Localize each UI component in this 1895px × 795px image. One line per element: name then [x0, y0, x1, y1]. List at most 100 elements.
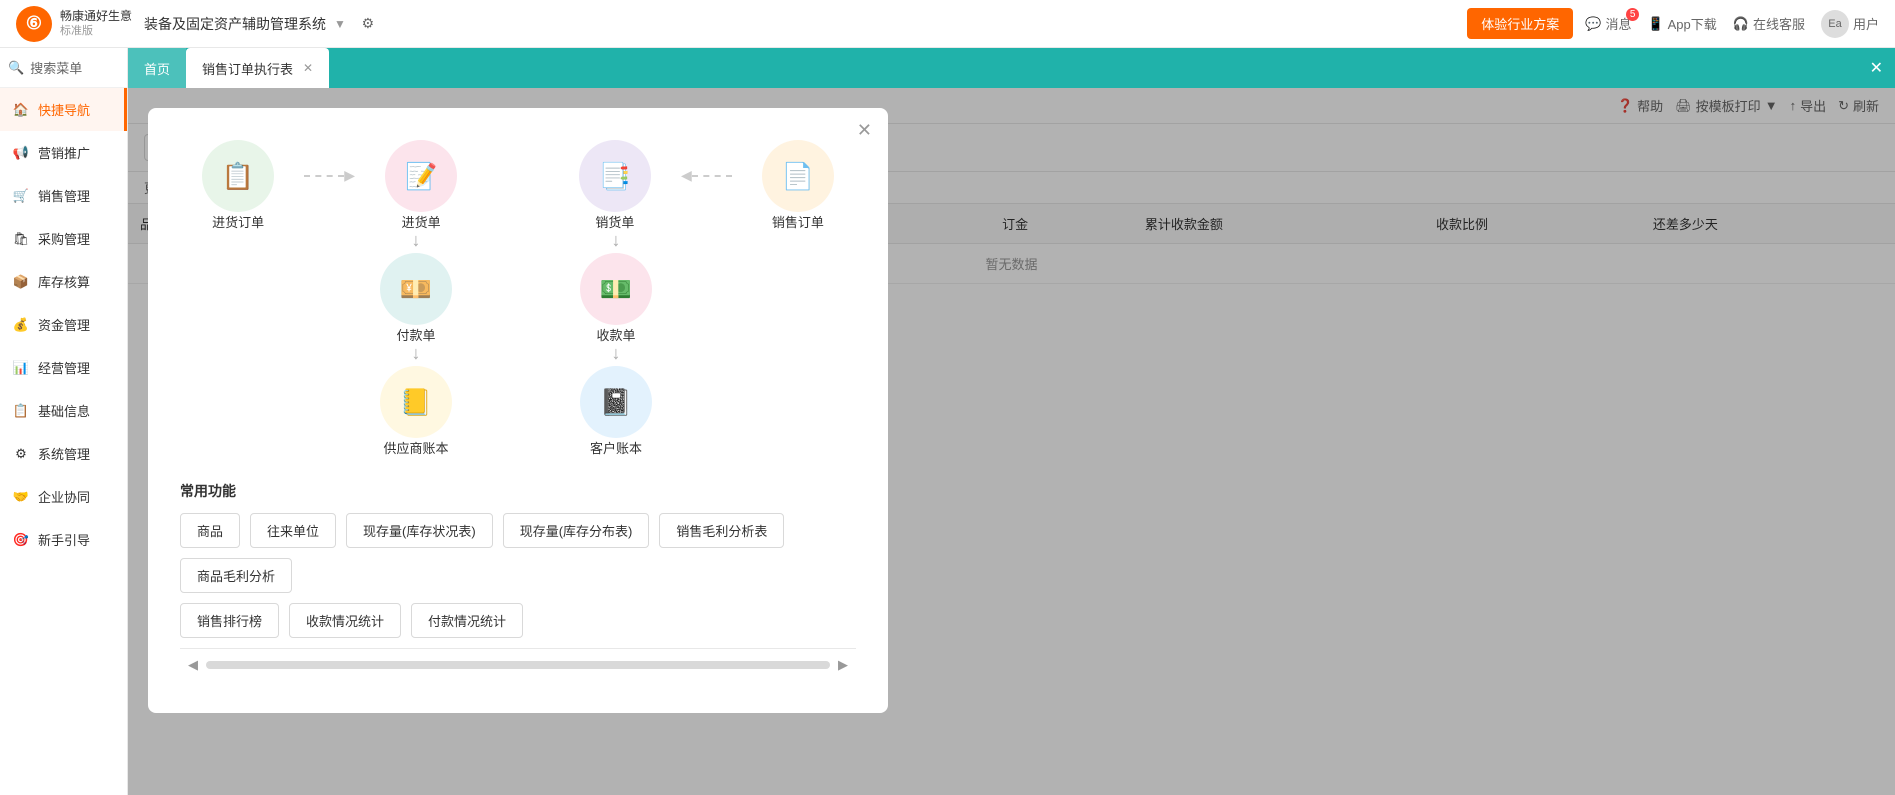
sidebar-item-finance[interactable]: 💰 资金管理: [0, 303, 127, 346]
tab-home[interactable]: 首页: [128, 48, 186, 88]
func-btn-sales-margin[interactable]: 销售毛利分析表: [659, 513, 784, 548]
sidebar-item-collab[interactable]: 🤝 企业协同: [0, 475, 127, 518]
common-functions: 常用功能 商品 往来单位 现存量(库存状况表) 现存量(库存分布表) 销售毛利分…: [180, 481, 856, 638]
tab-sales-order[interactable]: 销售订单执行表 ✕: [186, 48, 329, 88]
inventory-icon: 📦: [12, 273, 30, 291]
collab-icon: 🤝: [12, 488, 30, 506]
sidebar-item-system[interactable]: ⚙ 系统管理: [0, 432, 127, 475]
purchase-order-icon: 📋: [202, 140, 274, 212]
flow-item-purchase-order: 📋 进货订单: [180, 140, 296, 231]
arrow-down-payment: ↓: [412, 344, 421, 362]
scroll-area: ◀ ▶: [180, 648, 856, 681]
sidebar-item-marketing[interactable]: 📢 营销推广: [0, 131, 127, 174]
payment-label: 付款单: [396, 325, 435, 344]
sidebar-item-guide[interactable]: 🎯 新手引导: [0, 518, 127, 561]
basicinfo-icon: 📋: [12, 402, 30, 420]
dialog-close-btn[interactable]: ✕: [857, 120, 872, 141]
purchase-label: 进货单: [402, 212, 441, 231]
topbar-right: 💬 消息 5 📱 App下载 🎧 在线客服 Ea 用户: [1585, 10, 1879, 38]
flow-item-supplier-ledger: ↓ 📒 供应商账本: [356, 344, 476, 457]
online-service-btn[interactable]: 🎧 在线客服: [1733, 14, 1805, 33]
sales-order-icon: 📄: [762, 140, 834, 212]
supplier-ledger-icon: 📒: [380, 366, 452, 438]
message-badge: 5: [1626, 8, 1640, 21]
finance-icon: 💰: [12, 316, 30, 334]
tab-bar: 首页 销售订单执行表 ✕ ✕: [128, 48, 1895, 88]
dialog-overlay: ✕ 📋 进货订单: [128, 88, 1895, 795]
flow-item-receipt: ↓ 💵 收款单: [556, 231, 676, 344]
receipt-label: 收款单: [596, 325, 635, 344]
message-icon: 💬: [1585, 16, 1601, 32]
payment-icon: 💴: [380, 253, 452, 325]
func-buttons-row2: 销售排行榜 收款情况统计 付款情况统计: [180, 603, 856, 638]
sales-icon-circle: 📑: [579, 140, 651, 212]
guide-icon: 🎯: [12, 531, 30, 549]
purchase-icon: 🛍: [12, 230, 30, 248]
headset-icon: 🎧: [1733, 16, 1749, 32]
message-btn[interactable]: 💬 消息 5: [1585, 14, 1631, 33]
app-download-btn[interactable]: 📱 App下载: [1647, 14, 1716, 33]
experience-btn[interactable]: 体验行业方案: [1467, 8, 1573, 39]
system-icon: ⚙: [12, 445, 30, 463]
func-buttons-row1: 商品 往来单位 现存量(库存状况表) 现存量(库存分布表) 销售毛利分析表 商品…: [180, 513, 856, 593]
arrow-down-receipt: ↓: [612, 344, 621, 362]
flow-item-purchase: 📝 进货单: [363, 140, 479, 231]
customer-ledger-icon: 📓: [580, 366, 652, 438]
arrow-sales-order-to-sales: ◀: [681, 167, 732, 204]
sales-order-label: 销售订单: [772, 212, 824, 231]
tab-close-icon[interactable]: ✕: [303, 61, 313, 75]
system-title-area: 装备及固定资产辅助管理系统 ▼ ⚙: [144, 10, 1455, 38]
search-icon: 🔍: [8, 60, 24, 76]
scroll-right-icon[interactable]: ▶: [838, 657, 848, 673]
flow-diagram: 📋 进货订单 ▶ 📝: [180, 140, 856, 457]
settings-icon[interactable]: ⚙: [354, 10, 382, 38]
sidebar-item-quicknav[interactable]: 🏠 快捷导航: [0, 88, 127, 131]
logo-text: 畅康通好生意 标准版: [60, 9, 132, 39]
supplier-ledger-label: 供应商账本: [383, 438, 448, 457]
tab-bar-close-icon[interactable]: ✕: [1870, 58, 1883, 78]
sidebar-item-purchase[interactable]: 🛍 采购管理: [0, 217, 127, 260]
flow-item-customer-ledger: ↓ 📓 客户账本: [556, 344, 676, 457]
flow-item-payment: ↓ 💴 付款单: [356, 231, 476, 344]
func-btn-payment-stats[interactable]: 付款情况统计: [411, 603, 523, 638]
sidebar-item-operations[interactable]: 📊 经营管理: [0, 346, 127, 389]
sidebar-search[interactable]: 🔍 搜索菜单: [0, 48, 127, 88]
home-icon: 🏠: [12, 101, 30, 119]
sidebar-item-inventory[interactable]: 📦 库存核算: [0, 260, 127, 303]
dialog: ✕ 📋 进货订单: [148, 108, 888, 713]
marketing-icon: 📢: [12, 144, 30, 162]
purchase-icon: 📝: [385, 140, 457, 212]
scroll-left-icon[interactable]: ◀: [188, 657, 198, 673]
sidebar: 🔍 搜索菜单 🏠 快捷导航 📢 营销推广 🛒 销售管理 🛍 采购管理 📦: [0, 48, 128, 795]
receipt-icon: 💵: [580, 253, 652, 325]
sidebar-item-sales[interactable]: 🛒 销售管理: [0, 174, 127, 217]
download-icon: 📱: [1647, 16, 1663, 32]
logo-area: ⑥ 畅康通好生意 标准版: [16, 6, 132, 42]
arrow-down-purchase: ↓: [412, 231, 421, 249]
flow-item-sales: 📑 销货单: [557, 140, 673, 231]
func-btn-stock-dist[interactable]: 现存量(库存分布表): [503, 513, 650, 548]
sales-label: 销货单: [595, 212, 634, 231]
common-func-title: 常用功能: [180, 481, 856, 501]
system-title-text: 装备及固定资产辅助管理系统: [144, 14, 326, 34]
arrow-down-sales: ↓: [612, 231, 621, 249]
arrow-purchase-order-to-purchase: ▶: [304, 167, 355, 204]
func-btn-product-margin[interactable]: 商品毛利分析: [180, 558, 292, 593]
scroll-track[interactable]: [206, 661, 830, 669]
func-btn-sales-rank[interactable]: 销售排行榜: [180, 603, 279, 638]
sales-icon: 🛒: [12, 187, 30, 205]
avatar: Ea: [1821, 10, 1849, 38]
system-title-dropdown[interactable]: ▼: [334, 17, 346, 31]
func-btn-receipt-stats[interactable]: 收款情况统计: [289, 603, 401, 638]
content-body: ❓ 帮助 🖨 按模板打印 ▼ ↑ 导出: [128, 88, 1895, 795]
operations-icon: 📊: [12, 359, 30, 377]
user-menu[interactable]: Ea 用户: [1821, 10, 1879, 38]
logo-icon: ⑥: [16, 6, 52, 42]
func-btn-partner[interactable]: 往来单位: [250, 513, 336, 548]
func-btn-product[interactable]: 商品: [180, 513, 240, 548]
purchase-order-label: 进货订单: [212, 212, 264, 231]
func-btn-stock-status[interactable]: 现存量(库存状况表): [346, 513, 493, 548]
sidebar-item-basicinfo[interactable]: 📋 基础信息: [0, 389, 127, 432]
flow-item-sales-order: 📄 销售订单: [740, 140, 856, 231]
customer-ledger-label: 客户账本: [590, 438, 642, 457]
